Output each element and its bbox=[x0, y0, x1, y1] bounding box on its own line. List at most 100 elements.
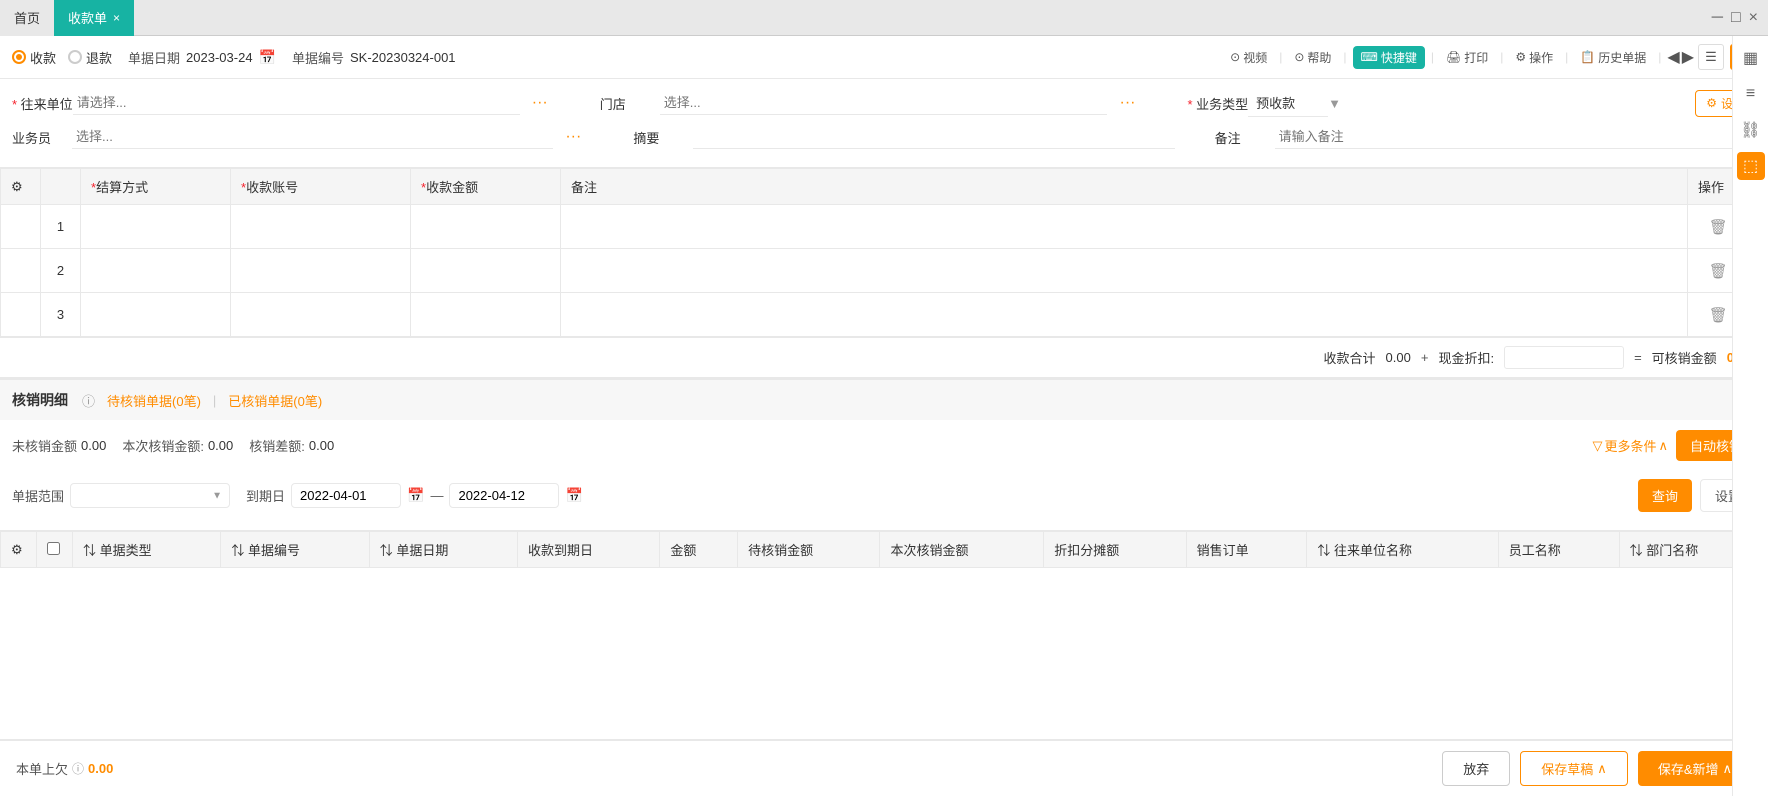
close-btn[interactable]: × bbox=[1749, 9, 1758, 27]
counterpart-input[interactable] bbox=[73, 91, 520, 115]
footer-info-icon[interactable]: ⓘ bbox=[72, 760, 84, 777]
print-btn[interactable]: 🖨 打印 bbox=[1440, 47, 1494, 68]
row1-account[interactable] bbox=[231, 205, 411, 249]
video-btn[interactable]: ⊙ 视频 bbox=[1224, 47, 1273, 68]
filter-row: 单据范围 到期日 📅 — 📅 查询 设置 bbox=[12, 471, 1756, 520]
remark-col-header: 备注 bbox=[561, 169, 1688, 205]
due-date-from[interactable] bbox=[291, 483, 401, 508]
staff-name-col: 员工名称 bbox=[1498, 532, 1619, 568]
sidebar-list-icon[interactable]: ≡ bbox=[1737, 80, 1765, 108]
gear-col-header[interactable]: ⚙ bbox=[1, 169, 41, 205]
doc-date-col: ⇅ 单据日期 bbox=[369, 532, 517, 568]
this-amount-col: 本次核销金额 bbox=[880, 532, 1044, 568]
row2-settle[interactable] bbox=[81, 249, 231, 293]
summary-label: 摘要 bbox=[633, 128, 693, 147]
row1-amount[interactable] bbox=[411, 205, 561, 249]
more-conditions-btn[interactable]: ▽ 更多条件 ∧ bbox=[1592, 436, 1668, 455]
select-all-checkbox[interactable] bbox=[47, 542, 60, 555]
remark-input[interactable] bbox=[1275, 125, 1756, 149]
row2-account[interactable] bbox=[231, 249, 411, 293]
done-tab-link[interactable]: 已核销单据(0笔) bbox=[228, 391, 322, 410]
table-row: 1 🗑 ⊞ bbox=[1, 205, 1768, 249]
next-arrow[interactable]: ▶ bbox=[1682, 47, 1694, 67]
row1-num: 1 bbox=[41, 205, 81, 249]
row3-settle[interactable] bbox=[81, 293, 231, 337]
form-row-2: 业务员 ··· 摘要 备注 bbox=[12, 125, 1756, 149]
shortcut-btn[interactable]: ⌨ 快捷键 bbox=[1353, 46, 1425, 69]
filter-icon: ▽ bbox=[1592, 438, 1602, 454]
save-new-arrow-icon[interactable]: ∧ bbox=[1722, 761, 1732, 777]
chevron-up-icon: ∧ bbox=[1658, 438, 1668, 454]
store-more-icon[interactable]: ··· bbox=[1119, 94, 1135, 112]
business-type-arrow[interactable]: ▼ bbox=[1328, 96, 1341, 111]
main-wrap: 收款 退款 单据日期 2023-03-24 📅 单据编号 SK-20230324… bbox=[0, 36, 1768, 796]
this-check-stat: 本次核销金额: 0.00 bbox=[122, 436, 233, 455]
sidebar-link-icon[interactable]: ⛓ bbox=[1737, 116, 1765, 144]
pending-tab-link[interactable]: 待核销单据(0笔) bbox=[107, 391, 201, 410]
prev-arrow[interactable]: ◀ bbox=[1667, 47, 1679, 67]
sidebar-screenshot-icon[interactable]: ⬚ bbox=[1737, 152, 1765, 180]
table-area: ⚙ *结算方式 *收款账号 *收款金额 备注 操作 bbox=[0, 168, 1768, 377]
store-input[interactable] bbox=[660, 91, 1108, 115]
row2-remark[interactable] bbox=[561, 249, 1688, 293]
operation-btn[interactable]: ⚙ 操作 bbox=[1509, 47, 1559, 68]
save-draft-btn[interactable]: 保存草稿 ∧ bbox=[1520, 751, 1628, 786]
business-type-select[interactable]: 预收款 ▼ bbox=[1248, 89, 1341, 117]
tab-receipt[interactable]: 收款单 × bbox=[54, 0, 134, 36]
unchecked-stat: 未核销金额 0.00 bbox=[12, 436, 106, 455]
minimize-btn[interactable]: ─ bbox=[1712, 9, 1723, 27]
row3-amount[interactable] bbox=[411, 293, 561, 337]
counterpart-more-icon[interactable]: ··· bbox=[532, 94, 548, 112]
sum-row: 收款合计 0.00 + 现金折扣: = 可核销金额 0.00 bbox=[0, 337, 1768, 377]
maximize-btn[interactable]: □ bbox=[1731, 9, 1741, 27]
row1-delete-icon[interactable]: 🗑 bbox=[1709, 218, 1728, 236]
save-draft-arrow-icon[interactable]: ∧ bbox=[1597, 761, 1607, 777]
gear-icon[interactable]: ⚙ bbox=[11, 542, 23, 557]
row2-amount[interactable] bbox=[411, 249, 561, 293]
help-btn[interactable]: ⊙ 帮助 bbox=[1288, 47, 1337, 68]
date-from-calendar-icon[interactable]: 📅 bbox=[407, 487, 424, 504]
summary-input[interactable] bbox=[693, 125, 1174, 149]
range-filter: 单据范围 bbox=[12, 483, 230, 508]
row3-account[interactable] bbox=[231, 293, 411, 337]
row3-gear bbox=[1, 293, 41, 337]
counterpart-label: 往来单位 bbox=[12, 94, 73, 113]
receipt-due-col: 收款到期日 bbox=[518, 532, 660, 568]
single-date-calendar-icon[interactable]: 📅 bbox=[259, 49, 276, 66]
abandon-btn[interactable]: 放弃 bbox=[1442, 751, 1510, 786]
query-btn[interactable]: 查询 bbox=[1638, 479, 1692, 512]
operation-icon: ⚙ bbox=[1515, 50, 1526, 64]
view-icon-btn[interactable]: ☰ bbox=[1698, 44, 1724, 70]
sidebar-table-icon[interactable]: ▦ bbox=[1737, 44, 1765, 72]
select-all-col[interactable] bbox=[37, 532, 73, 568]
form-row-1: 往来单位 ··· 门店 ··· 业务类型 预收款 ▼ ⚙ 设置 bbox=[12, 89, 1756, 117]
row3-delete-icon[interactable]: 🗑 bbox=[1709, 306, 1728, 324]
store-label: 门店 bbox=[600, 94, 660, 113]
row1-remark[interactable] bbox=[561, 205, 1688, 249]
tab-home[interactable]: 首页 bbox=[0, 0, 54, 36]
counterpart-name-col: ⇅ 往来单位名称 bbox=[1307, 532, 1498, 568]
staff-more-icon[interactable]: ··· bbox=[565, 128, 581, 146]
range-select[interactable] bbox=[70, 483, 230, 508]
business-type-label: 业务类型 bbox=[1187, 94, 1248, 113]
row2-delete-icon[interactable]: 🗑 bbox=[1709, 262, 1728, 280]
radio-receipt[interactable]: 收款 bbox=[12, 48, 56, 67]
remark-field: 备注 bbox=[1215, 125, 1756, 149]
bottom-table-wrap: ⚙ ⇅ 单据类型 ⇅ 单据编号 ⇅ 单据日期 bbox=[0, 531, 1768, 739]
staff-input[interactable] bbox=[72, 125, 553, 149]
radio-refund[interactable]: 退款 bbox=[68, 48, 112, 67]
row1-settle[interactable] bbox=[81, 205, 231, 249]
due-date-to[interactable] bbox=[449, 483, 559, 508]
bottom-footer: 本单上欠 ⓘ 0.00 放弃 保存草稿 ∧ 保存&新增 ∧ bbox=[0, 739, 1768, 796]
amount-col-header: *收款金额 bbox=[411, 169, 561, 205]
video-icon: ⊙ bbox=[1230, 50, 1240, 64]
row3-remark[interactable] bbox=[561, 293, 1688, 337]
history-btn[interactable]: 📋 历史单据 bbox=[1574, 47, 1652, 68]
verify-info-icon[interactable]: ⓘ bbox=[82, 391, 95, 410]
pending-amount-col: 待核销金额 bbox=[738, 532, 880, 568]
date-to-calendar-icon[interactable]: 📅 bbox=[565, 487, 582, 504]
row2-gear bbox=[1, 249, 41, 293]
discount-input[interactable] bbox=[1504, 346, 1624, 369]
tab-close-icon[interactable]: × bbox=[113, 11, 120, 25]
window-controls: ─ □ × bbox=[1712, 9, 1768, 27]
